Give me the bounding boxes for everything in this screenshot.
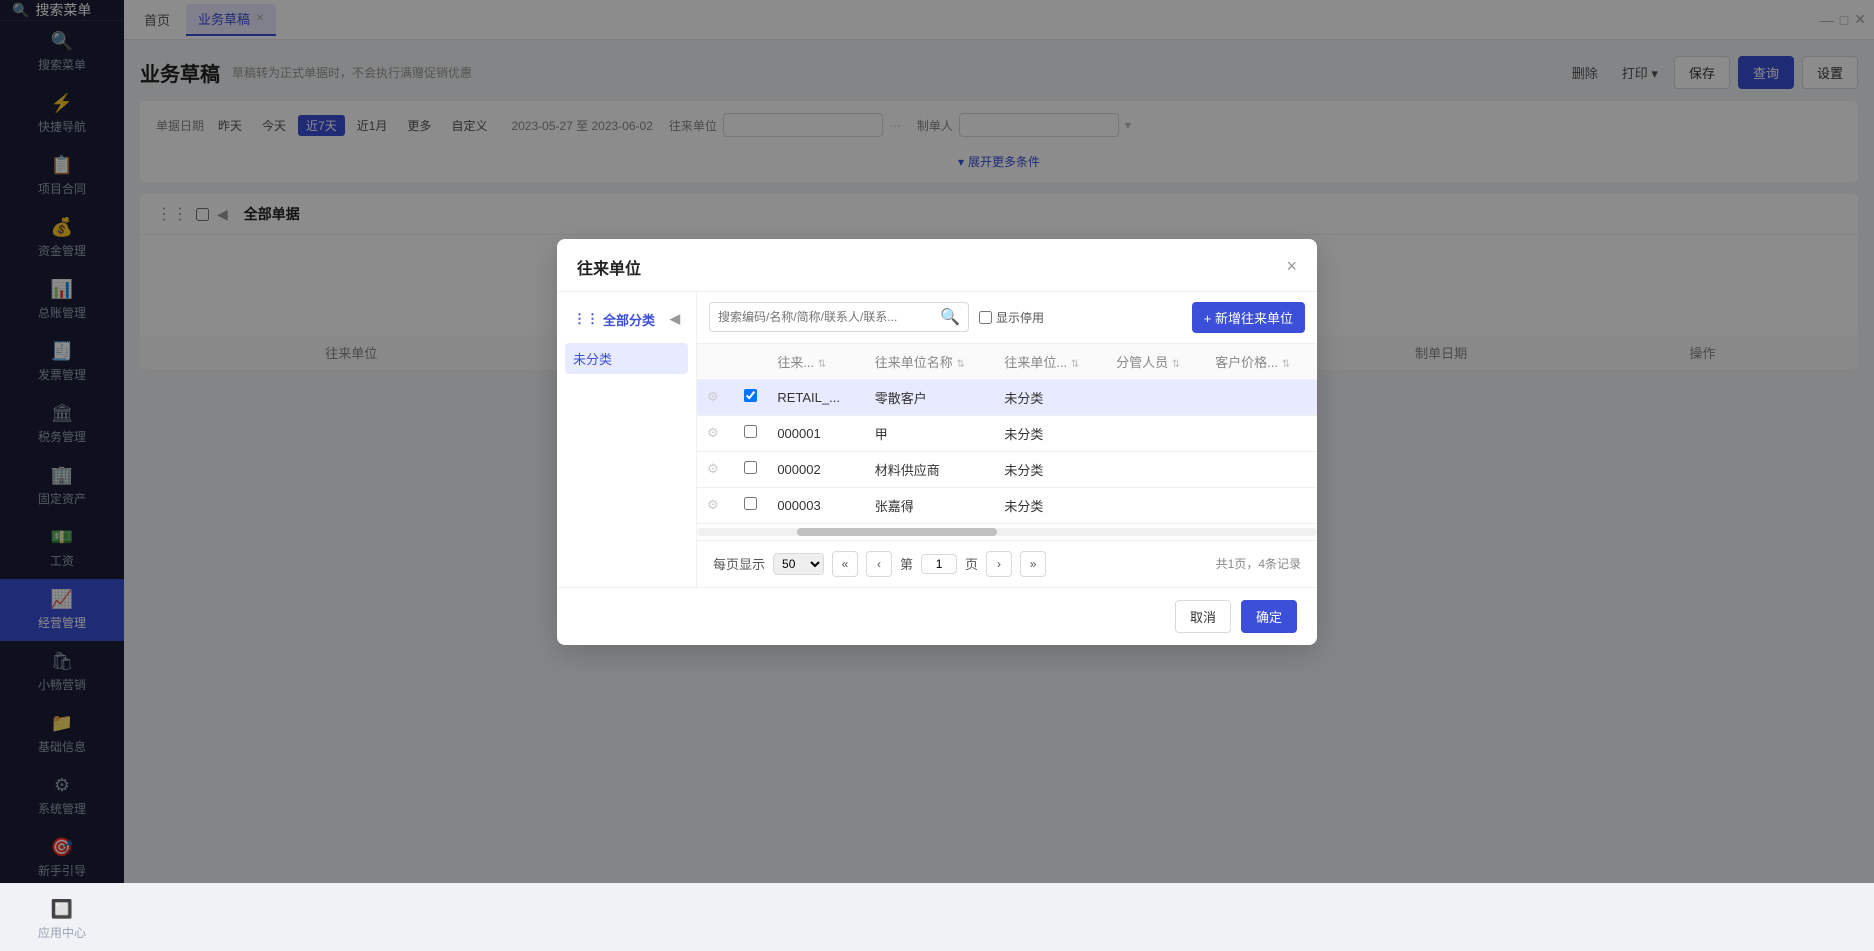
modal-col-person[interactable]: 分管人员 ⇅ xyxy=(1106,344,1205,380)
sort-icon-price: ⇅ xyxy=(1282,359,1290,370)
modal-body: ⋮⋮ 全部分类 ◀ 未分类 🔍 显示停用 xyxy=(557,292,1317,587)
row-name-2: 材料供应商 xyxy=(865,451,995,487)
apps-icon: 🔲 xyxy=(51,899,73,920)
prev-page-button[interactable]: ‹ xyxy=(866,551,892,577)
modal-col-checkbox xyxy=(734,344,767,380)
row-code-1: 000001 xyxy=(767,415,864,451)
row-category-2: 未分类 xyxy=(994,451,1106,487)
row-category-0: 未分类 xyxy=(994,379,1106,415)
confirm-button[interactable]: 确定 xyxy=(1241,600,1297,633)
modal-col-settings xyxy=(697,344,734,380)
row-name-0: 零散客户 xyxy=(865,379,995,415)
row-name-3: 张嘉得 xyxy=(865,487,995,523)
show-disabled-wrap: 显示停用 xyxy=(979,309,1044,326)
search-input-wrap: 🔍 xyxy=(709,302,969,332)
counterpart-modal: 往来单位 × ⋮⋮ 全部分类 ◀ 未分类 🔍 xyxy=(557,239,1317,645)
modal-overlay: 往来单位 × ⋮⋮ 全部分类 ◀ 未分类 🔍 xyxy=(0,0,1874,883)
table-row[interactable]: ⚙ 000001 甲 未分类 xyxy=(697,415,1317,451)
row-category-1: 未分类 xyxy=(994,415,1106,451)
show-disabled-checkbox[interactable] xyxy=(979,311,992,324)
category-item-未分类[interactable]: 未分类 xyxy=(565,343,688,374)
row-settings-1: ⚙ xyxy=(697,415,734,451)
row-settings-0: ⚙ xyxy=(697,379,734,415)
modal-search-input[interactable] xyxy=(718,310,934,324)
category-panel: ⋮⋮ 全部分类 ◀ 未分类 xyxy=(557,292,697,587)
row-check-1[interactable] xyxy=(744,425,757,438)
add-counterpart-button[interactable]: + 新增往来单位 xyxy=(1192,302,1305,333)
row-person-1 xyxy=(1106,415,1205,451)
row-price-3 xyxy=(1205,487,1317,523)
row-person-2 xyxy=(1106,451,1205,487)
page-total-text: 共1页，4条记录 xyxy=(1216,555,1301,572)
row-settings-3: ⚙ xyxy=(697,487,734,523)
row-check-0[interactable] xyxy=(744,389,757,402)
modal-col-code[interactable]: 往来... ⇅ xyxy=(767,344,864,380)
modal-title: 往来单位 xyxy=(577,255,641,279)
first-page-button[interactable]: « xyxy=(832,551,858,577)
modal-col-price[interactable]: 客户价格... ⇅ xyxy=(1205,344,1317,380)
table-row[interactable]: ⚙ 000003 张嘉得 未分类 xyxy=(697,487,1317,523)
modal-close-button[interactable]: × xyxy=(1286,256,1297,277)
pagination-bar: 每页显示 102050100 « ‹ 第 页 › » 共1页，4条记录 xyxy=(697,540,1317,587)
page-size-select[interactable]: 102050100 xyxy=(773,553,824,575)
row-price-1 xyxy=(1205,415,1317,451)
table-row[interactable]: ⚙ RETAIL_... 零散客户 未分类 xyxy=(697,379,1317,415)
row-price-2 xyxy=(1205,451,1317,487)
row-price-0 xyxy=(1205,379,1317,415)
row-code-0: RETAIL_... xyxy=(767,379,864,415)
modal-search-bar: 🔍 显示停用 + 新增往来单位 xyxy=(697,292,1317,344)
page-word: 页 xyxy=(965,554,978,573)
horizontal-scrollbar[interactable] xyxy=(697,528,1317,536)
search-icon: 🔍 xyxy=(940,307,960,327)
modal-header: 往来单位 × xyxy=(557,239,1317,292)
row-code-3: 000003 xyxy=(767,487,864,523)
row-code-2: 000002 xyxy=(767,451,864,487)
row-category-3: 未分类 xyxy=(994,487,1106,523)
sort-icon-code: ⇅ xyxy=(818,359,826,370)
modal-table-scroll: 往来... ⇅往来单位名称 ⇅往来单位... ⇅分管人员 ⇅客户价格... ⇅ … xyxy=(697,344,1317,540)
modal-content-panel: 🔍 显示停用 + 新增往来单位 往来... ⇅往来单位名称 ⇅往来单位... ⇅… xyxy=(697,292,1317,587)
row-settings-2: ⚙ xyxy=(697,451,734,487)
row-person-3 xyxy=(1106,487,1205,523)
page-word-before: 第 xyxy=(900,554,913,573)
sidebar-item-apps[interactable]: 🔲 应用中心 xyxy=(0,889,124,951)
modal-col-name[interactable]: 往来单位名称 ⇅ xyxy=(865,344,995,380)
sidebar-label-apps: 应用中心 xyxy=(38,924,86,941)
modal-col-category[interactable]: 往来单位... ⇅ xyxy=(994,344,1106,380)
current-page-input[interactable] xyxy=(921,554,957,574)
modal-footer: 取消 确定 xyxy=(557,587,1317,645)
row-checkbox-3[interactable] xyxy=(734,487,767,523)
sort-icon-name: ⇅ xyxy=(956,359,964,370)
category-all-label[interactable]: ⋮⋮ 全部分类 ◀ xyxy=(565,304,688,335)
row-check-2[interactable] xyxy=(744,461,757,474)
next-page-button[interactable]: › xyxy=(986,551,1012,577)
row-checkbox-2[interactable] xyxy=(734,451,767,487)
cancel-button[interactable]: 取消 xyxy=(1175,600,1231,633)
collapse-category-button[interactable]: ◀ xyxy=(670,311,680,327)
sort-icon-category: ⇅ xyxy=(1071,359,1079,370)
last-page-button[interactable]: » xyxy=(1020,551,1046,577)
row-person-0 xyxy=(1106,379,1205,415)
show-disabled-label: 显示停用 xyxy=(996,309,1044,326)
row-check-3[interactable] xyxy=(744,497,757,510)
row-name-1: 甲 xyxy=(865,415,995,451)
row-checkbox-1[interactable] xyxy=(734,415,767,451)
row-checkbox-0[interactable] xyxy=(734,379,767,415)
modal-table: 往来... ⇅往来单位名称 ⇅往来单位... ⇅分管人员 ⇅客户价格... ⇅ … xyxy=(697,344,1317,524)
sort-icon-person: ⇅ xyxy=(1172,359,1180,370)
page-size-label: 每页显示 xyxy=(713,554,765,573)
table-row[interactable]: ⚙ 000002 材料供应商 未分类 xyxy=(697,451,1317,487)
